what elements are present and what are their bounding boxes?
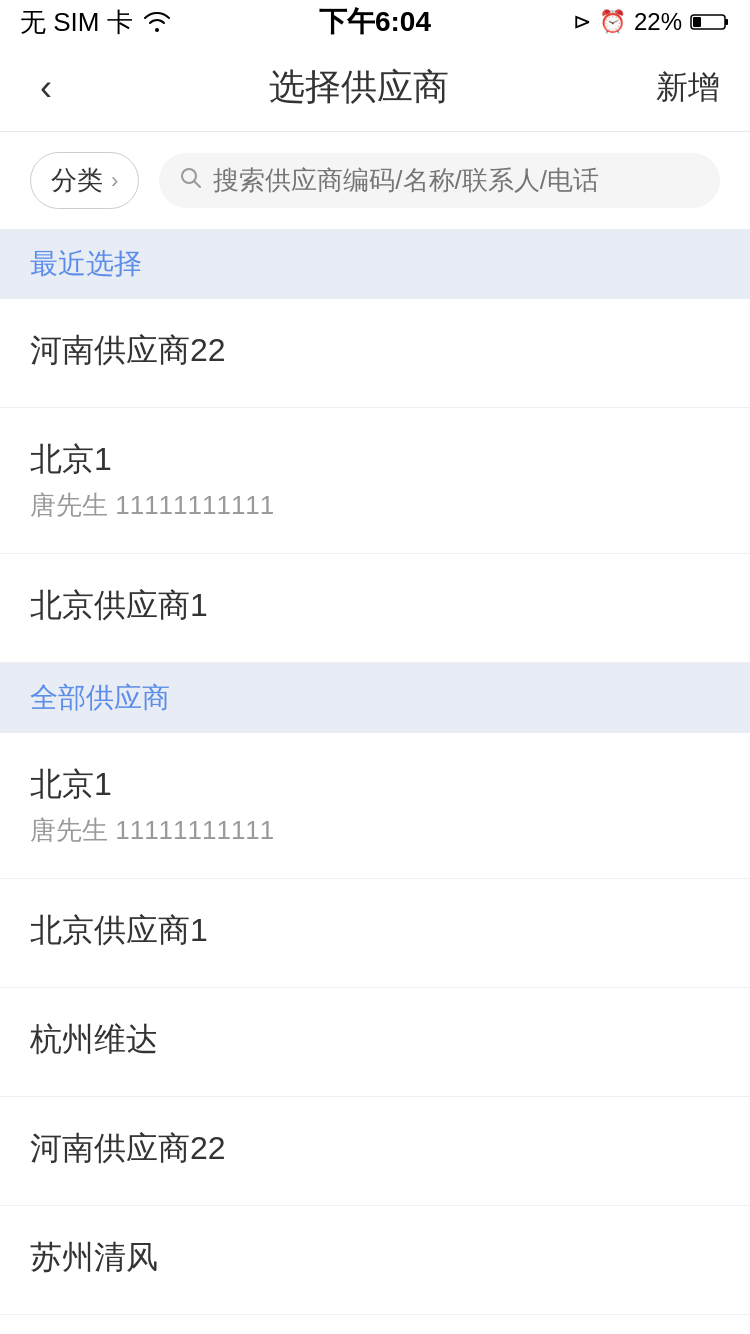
item-name: 北京1 <box>30 763 720 807</box>
item-name: 杭州维达 <box>30 1018 720 1062</box>
list-item[interactable]: 北京供应商1 <box>0 554 750 663</box>
chevron-right-icon: › <box>111 168 118 194</box>
status-time: 下午6:04 <box>319 3 431 41</box>
recent-section-header: 最近选择 <box>0 229 750 299</box>
status-right: ⊳ ⏰ 22% <box>573 8 730 36</box>
item-name: 北京供应商1 <box>30 584 720 628</box>
recent-list: 河南供应商22 北京1 唐先生 11111111111 北京供应商1 <box>0 299 750 663</box>
filter-bar: 分类 › <box>0 132 750 229</box>
category-button[interactable]: 分类 › <box>30 152 139 209</box>
list-item[interactable]: 北京1 唐先生 11111111111 <box>0 733 750 879</box>
svg-rect-2 <box>693 17 701 27</box>
category-label: 分类 <box>51 163 103 198</box>
svg-line-4 <box>194 181 200 187</box>
item-sub: 唐先生 11111111111 <box>30 488 720 523</box>
battery-icon <box>690 12 730 32</box>
search-input[interactable] <box>213 165 700 196</box>
item-name: 苏州清风 <box>30 1236 720 1280</box>
status-bar: 无 SIM 卡 下午6:04 ⊳ ⏰ 22% <box>0 0 750 44</box>
list-item[interactable]: 河南供应商22 <box>0 1097 750 1206</box>
all-list: 北京1 唐先生 11111111111 北京供应商1 杭州维达河南供应商22 苏州清风 <box>0 733 750 1315</box>
item-name: 河南供应商22 <box>30 1127 720 1171</box>
list-item[interactable]: 杭州维达 <box>0 988 750 1097</box>
page-title: 选择供应商 <box>269 63 449 112</box>
all-section-header: 全部供应商 <box>0 663 750 733</box>
alarm-icon: ⏰ <box>599 9 626 35</box>
svg-rect-1 <box>725 19 728 25</box>
all-section-label: 全部供应商 <box>30 682 170 713</box>
sim-status: 无 SIM 卡 <box>20 5 133 40</box>
list-item[interactable]: 北京1 唐先生 11111111111 <box>0 408 750 554</box>
battery-percent: 22% <box>634 8 682 36</box>
list-item[interactable]: 河南供应商22 <box>0 299 750 408</box>
add-button[interactable]: 新增 <box>656 66 720 110</box>
wifi-icon <box>143 12 171 32</box>
status-left: 无 SIM 卡 <box>20 5 171 40</box>
location-icon: ⊳ <box>573 9 591 35</box>
item-sub: 唐先生 11111111111 <box>30 813 720 848</box>
back-button[interactable]: ‹ <box>30 57 62 119</box>
item-name: 北京1 <box>30 438 720 482</box>
recent-section-label: 最近选择 <box>30 248 142 279</box>
list-item[interactable]: 北京供应商1 <box>0 879 750 988</box>
item-name: 北京供应商1 <box>30 909 720 953</box>
search-icon <box>179 166 203 196</box>
search-box[interactable] <box>159 153 720 208</box>
list-item[interactable]: 苏州清风 <box>0 1206 750 1315</box>
nav-bar: ‹ 选择供应商 新增 <box>0 44 750 132</box>
item-name: 河南供应商22 <box>30 329 720 373</box>
